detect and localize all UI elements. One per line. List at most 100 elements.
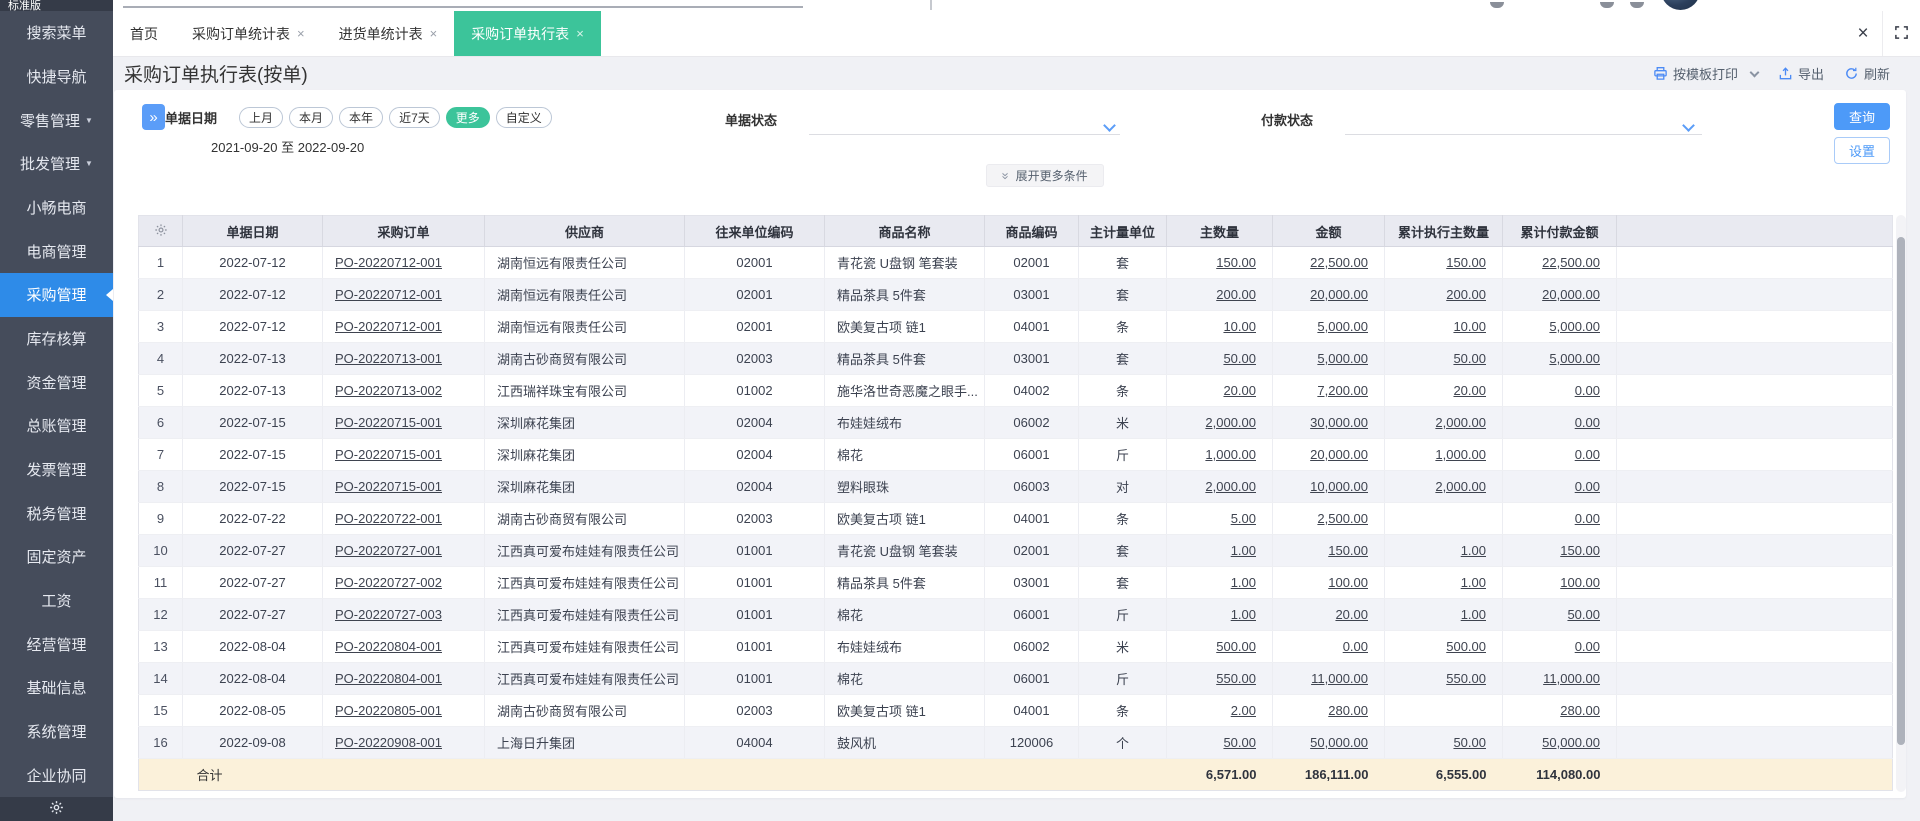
sidebar-item-10[interactable]: 发票管理 bbox=[0, 448, 113, 492]
qty-link[interactable]: 10.00 bbox=[1223, 319, 1256, 334]
export-button[interactable]: 导出 bbox=[1778, 64, 1824, 83]
qty-link[interactable]: 20.00 bbox=[1223, 383, 1256, 398]
paid-link[interactable]: 100.00 bbox=[1560, 575, 1600, 590]
qty-link[interactable]: 500.00 bbox=[1216, 639, 1256, 654]
exec-qty-link[interactable]: 550.00 bbox=[1446, 671, 1486, 686]
po-link[interactable]: PO-20220713-001 bbox=[335, 351, 442, 366]
amount-link[interactable]: 20.00 bbox=[1335, 607, 1368, 622]
amount-link[interactable]: 20,000.00 bbox=[1310, 287, 1368, 302]
exec-qty-link[interactable]: 150.00 bbox=[1446, 255, 1486, 270]
qty-link[interactable]: 200.00 bbox=[1216, 287, 1256, 302]
paid-link[interactable]: 280.00 bbox=[1560, 703, 1600, 718]
exec-qty-link[interactable]: 1.00 bbox=[1461, 543, 1486, 558]
amount-link[interactable]: 30,000.00 bbox=[1310, 415, 1368, 430]
qty-link[interactable]: 1.00 bbox=[1231, 607, 1256, 622]
avatar[interactable] bbox=[1661, 0, 1700, 10]
expand-more-conditions-button[interactable]: » 展开更多条件 bbox=[986, 164, 1104, 187]
paid-link[interactable]: 20,000.00 bbox=[1542, 287, 1600, 302]
po-link[interactable]: PO-20220908-001 bbox=[335, 735, 442, 750]
sidebar-item-4[interactable]: 小畅电商 bbox=[0, 186, 113, 230]
fullscreen-button[interactable] bbox=[1882, 11, 1920, 56]
po-link[interactable]: PO-20220804-001 bbox=[335, 639, 442, 654]
column-header-2[interactable]: 供应商 bbox=[484, 215, 685, 247]
close-icon[interactable]: × bbox=[576, 26, 584, 41]
column-header-3[interactable]: 往来单位编码 bbox=[684, 215, 825, 247]
amount-link[interactable]: 0.00 bbox=[1343, 639, 1368, 654]
close-icon[interactable]: × bbox=[430, 26, 438, 41]
exec-qty-link[interactable]: 2,000.00 bbox=[1435, 479, 1486, 494]
amount-link[interactable]: 150.00 bbox=[1328, 543, 1368, 558]
qty-link[interactable]: 150.00 bbox=[1216, 255, 1256, 270]
vertical-scrollbar[interactable] bbox=[1896, 215, 1906, 792]
paid-link[interactable]: 11,000.00 bbox=[1543, 671, 1600, 686]
column-header-6[interactable]: 主计量单位 bbox=[1078, 215, 1167, 247]
tab-2[interactable]: 进货单统计表 × bbox=[322, 11, 455, 56]
column-header-7[interactable]: 主数量 bbox=[1166, 215, 1273, 247]
sidebar-item-7[interactable]: 库存核算 bbox=[0, 317, 113, 361]
po-link[interactable]: PO-20220727-002 bbox=[335, 575, 442, 590]
close-all-tabs-button[interactable]: × bbox=[1844, 11, 1882, 56]
paid-link[interactable]: 0.00 bbox=[1575, 639, 1600, 654]
paid-link[interactable]: 0.00 bbox=[1575, 415, 1600, 430]
po-link[interactable]: PO-20220805-001 bbox=[335, 703, 442, 718]
po-link[interactable]: PO-20220712-001 bbox=[335, 287, 442, 302]
po-link[interactable]: PO-20220804-001 bbox=[335, 671, 442, 686]
date-pill-4[interactable]: 更多 bbox=[445, 106, 490, 128]
qty-link[interactable]: 50.00 bbox=[1223, 735, 1256, 750]
sidebar-item-6[interactable]: 采购管理 bbox=[0, 273, 113, 317]
paid-link[interactable]: 50,000.00 bbox=[1542, 735, 1600, 750]
qty-link[interactable]: 5.00 bbox=[1231, 511, 1256, 526]
qty-link[interactable]: 2,000.00 bbox=[1205, 479, 1256, 494]
sidebar-item-3[interactable]: 批发管理 ▼ bbox=[0, 142, 113, 186]
amount-link[interactable]: 22,500.00 bbox=[1310, 255, 1368, 270]
date-pill-5[interactable]: 自定义 bbox=[495, 106, 552, 128]
exec-qty-link[interactable]: 1.00 bbox=[1461, 575, 1486, 590]
qty-link[interactable]: 550.00 bbox=[1216, 671, 1256, 686]
po-link[interactable]: PO-20220715-001 bbox=[335, 415, 442, 430]
exec-qty-link[interactable]: 50.00 bbox=[1453, 735, 1486, 750]
po-link[interactable]: PO-20220712-001 bbox=[335, 255, 442, 270]
paid-link[interactable]: 0.00 bbox=[1575, 511, 1600, 526]
print-by-template-button[interactable]: 按模板打印 bbox=[1653, 64, 1760, 83]
paid-link[interactable]: 0.00 bbox=[1575, 447, 1600, 462]
po-link[interactable]: PO-20220712-001 bbox=[335, 319, 442, 334]
sidebar-item-5[interactable]: 电商管理 bbox=[0, 229, 113, 273]
amount-link[interactable]: 7,200.00 bbox=[1317, 383, 1368, 398]
po-link[interactable]: PO-20220722-001 bbox=[335, 511, 442, 526]
sidebar-settings-button[interactable] bbox=[0, 797, 113, 821]
exec-qty-link[interactable]: 1.00 bbox=[1461, 607, 1486, 622]
amount-link[interactable]: 11,000.00 bbox=[1311, 671, 1368, 686]
bell-icon[interactable] bbox=[1600, 2, 1614, 8]
query-button[interactable]: 查询 bbox=[1834, 103, 1890, 130]
po-link[interactable]: PO-20220727-001 bbox=[335, 543, 442, 558]
sidebar-item-1[interactable]: 快捷导航 bbox=[0, 55, 113, 99]
exec-qty-link[interactable]: 200.00 bbox=[1446, 287, 1486, 302]
sidebar-item-15[interactable]: 基础信息 bbox=[0, 666, 113, 710]
tab-0[interactable]: 首页 bbox=[113, 11, 175, 56]
paid-link[interactable]: 150.00 bbox=[1560, 543, 1600, 558]
column-header-5[interactable]: 商品编码 bbox=[984, 215, 1079, 247]
po-link[interactable]: PO-20220727-003 bbox=[335, 607, 442, 622]
qty-link[interactable]: 2.00 bbox=[1231, 703, 1256, 718]
sidebar-item-16[interactable]: 系统管理 bbox=[0, 710, 113, 754]
date-pill-2[interactable]: 本年 bbox=[339, 106, 384, 128]
date-pill-1[interactable]: 本月 bbox=[289, 106, 334, 128]
doc-status-select[interactable] bbox=[809, 134, 1120, 135]
amount-link[interactable]: 50,000.00 bbox=[1310, 735, 1368, 750]
exec-qty-link[interactable]: 50.00 bbox=[1453, 351, 1486, 366]
column-settings-button[interactable] bbox=[138, 215, 183, 247]
column-header-9[interactable]: 累计执行主数量 bbox=[1384, 215, 1503, 247]
date-pill-3[interactable]: 近7天 bbox=[389, 106, 440, 128]
column-header-8[interactable]: 金额 bbox=[1272, 215, 1385, 247]
qty-link[interactable]: 2,000.00 bbox=[1205, 415, 1256, 430]
help-icon[interactable] bbox=[1630, 2, 1644, 8]
settings-button[interactable]: 设置 bbox=[1834, 137, 1890, 164]
payment-status-select[interactable] bbox=[1345, 134, 1702, 135]
sidebar-item-11[interactable]: 税务管理 bbox=[0, 491, 113, 535]
paid-link[interactable]: 5,000.00 bbox=[1549, 319, 1600, 334]
tab-1[interactable]: 采购订单统计表 × bbox=[175, 11, 322, 56]
amount-link[interactable]: 2,500.00 bbox=[1317, 511, 1368, 526]
sidebar-item-13[interactable]: 工资 bbox=[0, 579, 113, 623]
sidebar-item-17[interactable]: 企业协同 bbox=[0, 753, 113, 797]
qty-link[interactable]: 50.00 bbox=[1223, 351, 1256, 366]
